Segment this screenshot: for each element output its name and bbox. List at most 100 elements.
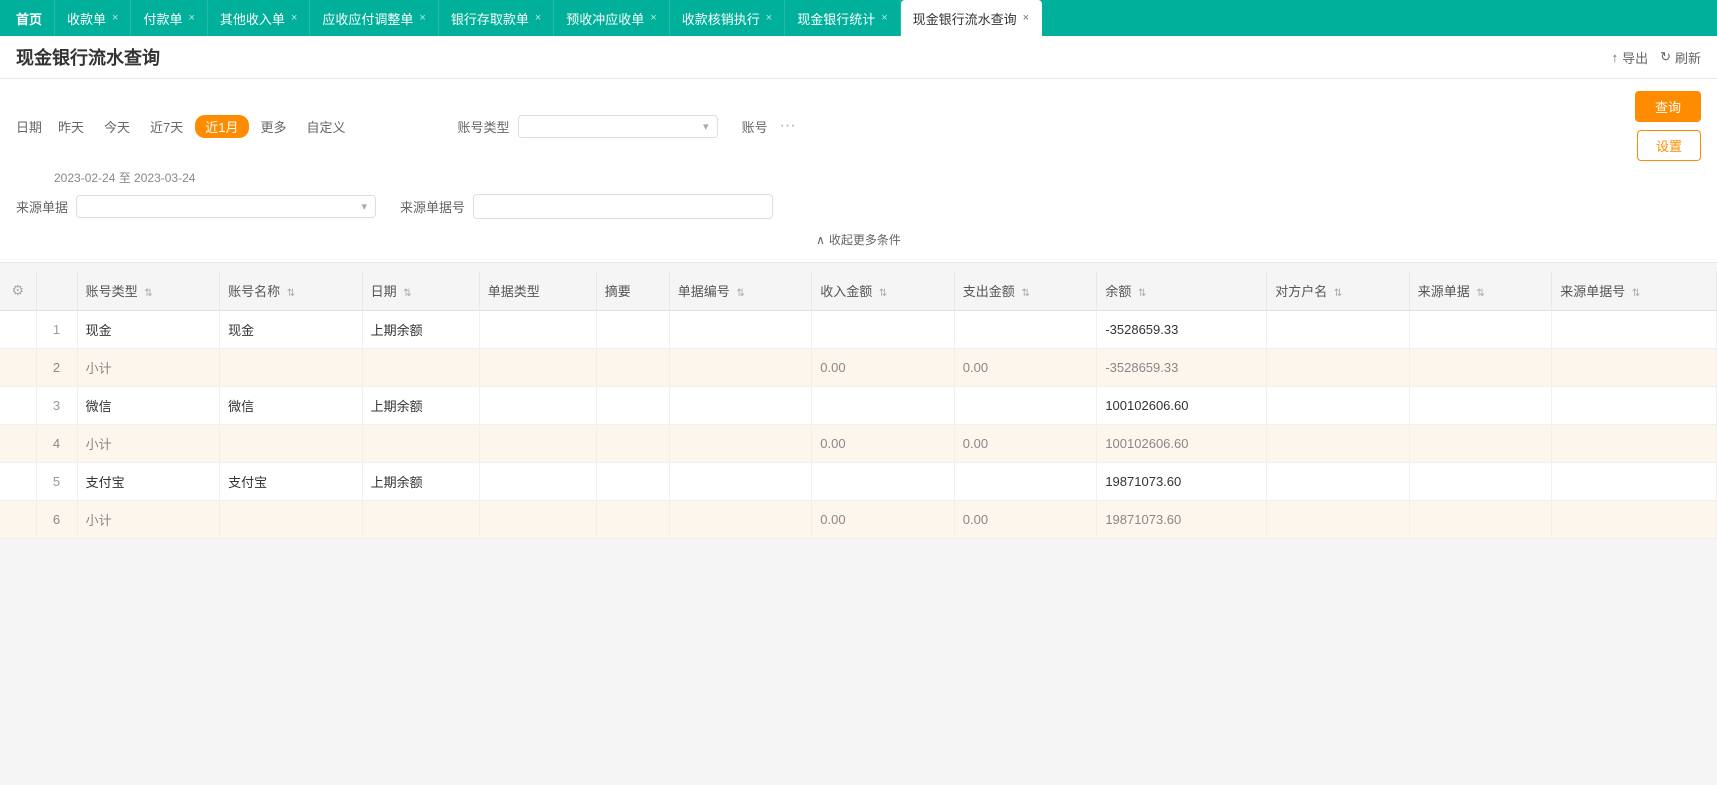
nav-tab-yushouchonying[interactable]: 预收冲应收单 × — [554, 0, 669, 36]
query-button[interactable]: 查询 — [1635, 91, 1701, 122]
close-icon[interactable]: × — [291, 12, 297, 24]
col-doc-type-label: 单据类型 — [488, 284, 540, 299]
col-counterpart-cell — [1267, 387, 1410, 425]
col-income-label: 收入金额 — [820, 284, 872, 299]
col-account-name-cell: 微信 — [220, 387, 363, 425]
col-account-name-cell: 现金 — [220, 311, 363, 349]
nav-home-label: 首页 — [16, 9, 42, 28]
col-counterpart-label: 对方户名 — [1275, 284, 1327, 299]
col-num-cell: 4 — [36, 425, 77, 463]
gear-icon[interactable]: ⚙ — [11, 282, 24, 298]
col-summary-cell — [596, 501, 669, 539]
col-source-doc-cell — [1409, 463, 1552, 501]
col-expense-cell: 0.00 — [954, 349, 1097, 387]
col-num-cell: 6 — [36, 501, 77, 539]
col-balance-cell: 19871073.60 — [1097, 463, 1267, 501]
col-source-doc-no-cell — [1552, 501, 1717, 539]
header-actions: ↑ 导出 ↻ 刷新 — [1612, 48, 1701, 67]
col-num-cell: 2 — [36, 349, 77, 387]
col-doc-type-cell — [479, 387, 596, 425]
account-no-label: 账号 — [742, 117, 768, 136]
col-balance-cell: 100102606.60 — [1097, 387, 1267, 425]
date-filter-label: 日期 — [16, 117, 42, 136]
col-expense-cell: 0.00 — [954, 425, 1097, 463]
right-buttons: 查询 设置 — [1635, 91, 1701, 161]
nav-tab-yinhangcunqu[interactable]: 银行存取款单 × — [439, 0, 554, 36]
source-doc-label: 来源单据 — [16, 197, 68, 216]
date-option-custom[interactable]: 自定义 — [299, 115, 354, 138]
nav-tab-xianjinyinhangliushui[interactable]: 现金银行流水查询 × — [901, 0, 1042, 36]
source-doc-no-input[interactable] — [473, 194, 773, 219]
filter-area: 日期 昨天 今天 近7天 近1月 更多 自定义 账号类型 ▾ 账号 ··· — [0, 79, 1717, 263]
col-account-type-cell: 小计 — [77, 425, 220, 463]
settings-button[interactable]: 设置 — [1637, 130, 1701, 161]
sort-icon[interactable]: ⇅ — [1334, 288, 1342, 299]
col-source-doc-no-cell — [1552, 349, 1717, 387]
date-option-today[interactable]: 今天 — [96, 115, 138, 138]
col-source-doc-no-cell — [1552, 463, 1717, 501]
close-icon[interactable]: × — [112, 12, 118, 24]
source-doc-no-label: 来源单据号 — [400, 197, 465, 216]
col-summary-cell — [596, 387, 669, 425]
col-summary-label: 摘要 — [605, 284, 631, 299]
close-icon[interactable]: × — [419, 12, 425, 24]
close-icon[interactable]: × — [1023, 12, 1029, 24]
col-balance-label: 余额 — [1105, 284, 1131, 299]
col-doc-no-cell — [669, 311, 812, 349]
col-num-cell: 3 — [36, 387, 77, 425]
col-date-label: 日期 — [371, 284, 397, 299]
col-income-cell — [812, 311, 955, 349]
account-type-select[interactable]: ▾ — [518, 115, 718, 138]
col-counterpart-cell — [1267, 463, 1410, 501]
col-num — [36, 271, 77, 311]
source-doc-select[interactable]: ▾ — [76, 195, 376, 218]
col-doc-type-cell — [479, 425, 596, 463]
export-button[interactable]: ↑ 导出 — [1612, 48, 1649, 67]
sort-icon[interactable]: ⇅ — [403, 288, 411, 299]
nav-tab-qitashoru[interactable]: 其他收入单 × — [208, 0, 310, 36]
nav-home[interactable]: 首页 — [4, 0, 55, 36]
refresh-button[interactable]: ↻ 刷新 — [1660, 48, 1701, 67]
nav-tab-shoukuan[interactable]: 收款单 × — [55, 0, 131, 36]
sort-icon[interactable]: ⇅ — [287, 288, 295, 299]
table-row: 3微信微信上期余额100102606.60 — [0, 387, 1717, 425]
nav-tab-fukuan[interactable]: 付款单 × — [131, 0, 207, 36]
col-source-doc-cell — [1409, 311, 1552, 349]
sort-icon[interactable]: ⇅ — [1476, 288, 1484, 299]
col-doc-type-cell — [479, 311, 596, 349]
sort-icon[interactable]: ⇅ — [1021, 288, 1029, 299]
col-counterpart-cell — [1267, 425, 1410, 463]
close-icon[interactable]: × — [766, 12, 772, 24]
table-row: 4小计0.000.00100102606.60 — [0, 425, 1717, 463]
date-option-1month[interactable]: 近1月 — [195, 115, 248, 138]
col-income-cell: 0.00 — [812, 501, 955, 539]
collapse-bar[interactable]: ∧ 收起更多条件 — [16, 227, 1701, 250]
close-icon[interactable]: × — [188, 12, 194, 24]
col-date-cell — [362, 349, 479, 387]
sort-icon[interactable]: ⇅ — [1138, 288, 1146, 299]
date-range-text: 2023-02-24 至 2023-03-24 — [54, 171, 195, 185]
col-summary-cell — [596, 349, 669, 387]
date-option-more[interactable]: 更多 — [253, 115, 295, 138]
close-icon[interactable]: × — [881, 12, 887, 24]
nav-tab-xianjinyinhangstatistics[interactable]: 现金银行统计 × — [785, 0, 900, 36]
col-source-doc-no-cell — [1552, 311, 1717, 349]
nav-tab-shoukuanhexiao[interactable]: 收款核销执行 × — [670, 0, 785, 36]
nav-tab-yingshouyinfu[interactable]: 应收应付调整单 × — [310, 0, 438, 36]
sort-icon[interactable]: ⇅ — [144, 288, 152, 299]
col-expense-cell: 0.00 — [954, 501, 1097, 539]
col-counterpart-cell — [1267, 501, 1410, 539]
col-income-cell — [812, 463, 955, 501]
col-source-doc-no-cell — [1552, 387, 1717, 425]
col-balance-cell: 100102606.60 — [1097, 425, 1267, 463]
account-no-more-button[interactable]: ··· — [776, 117, 800, 135]
sort-icon[interactable]: ⇅ — [736, 288, 744, 299]
close-icon[interactable]: × — [650, 12, 656, 24]
date-option-7days[interactable]: 近7天 — [142, 115, 191, 138]
date-option-yesterday[interactable]: 昨天 — [50, 115, 92, 138]
export-label: 导出 — [1622, 48, 1648, 67]
close-icon[interactable]: × — [535, 12, 541, 24]
col-expense-cell — [954, 387, 1097, 425]
sort-icon[interactable]: ⇅ — [879, 288, 887, 299]
sort-icon[interactable]: ⇅ — [1632, 288, 1640, 299]
